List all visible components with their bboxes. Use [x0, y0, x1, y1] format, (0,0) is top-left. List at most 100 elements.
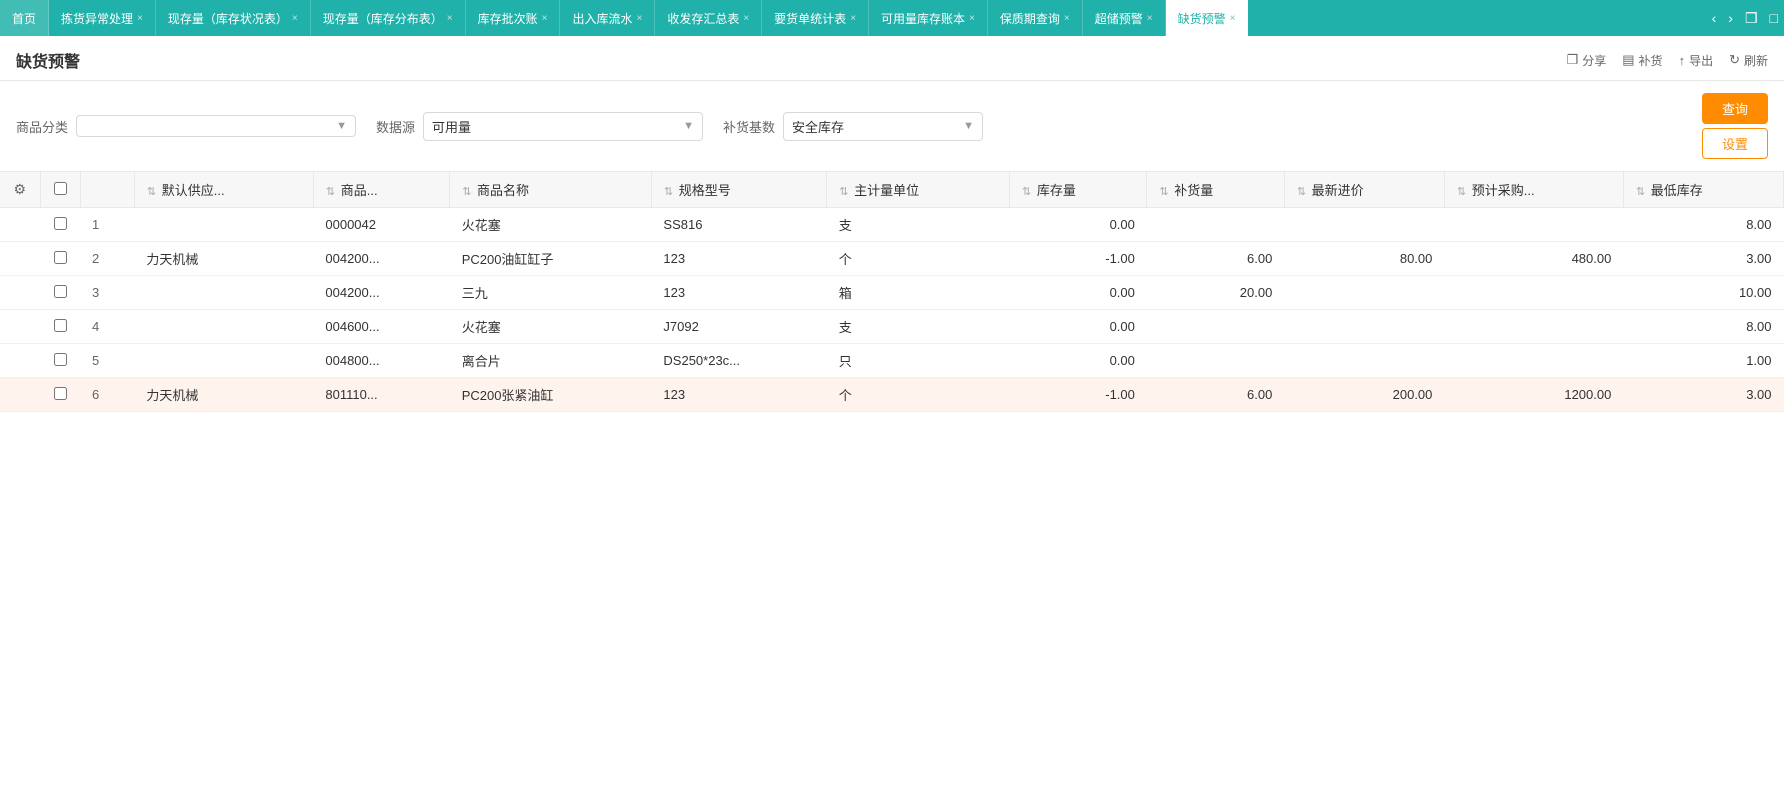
- row-num-cell: 2: [80, 242, 134, 276]
- sort-icon-spec: ⇅: [664, 186, 673, 198]
- row-latest-price-cell: [1284, 276, 1444, 310]
- refresh-button[interactable]: ↻ 刷新: [1729, 52, 1768, 69]
- row-product-name-cell: PC200油缸缸子: [450, 242, 652, 276]
- row-checkbox-1[interactable]: [54, 251, 67, 264]
- tab-close-overstock[interactable]: ×: [1147, 13, 1153, 24]
- row-checkbox-3[interactable]: [54, 319, 67, 332]
- row-checkbox-cell[interactable]: [40, 378, 80, 412]
- row-settings-cell: [0, 344, 40, 378]
- row-est-purchase-cell: [1444, 310, 1623, 344]
- category-select[interactable]: ▼: [76, 115, 356, 137]
- replenish-button[interactable]: ▤ 补货: [1622, 52, 1662, 69]
- row-unit-cell: 支: [827, 310, 1010, 344]
- tab-stock-status[interactable]: 现存量（库存状况表） ×: [156, 0, 311, 36]
- tab-abnormal[interactable]: 拣货异常处理 ×: [49, 0, 156, 36]
- row-spec-model-cell: DS250*23c...: [651, 344, 826, 378]
- tab-prev-button[interactable]: ‹: [1706, 0, 1723, 36]
- row-spec-model-cell: 123: [651, 276, 826, 310]
- datasource-select[interactable]: 可用量 ▼: [423, 112, 703, 141]
- row-est-purchase-cell: [1444, 208, 1623, 242]
- row-product-code-cell: 004200...: [313, 276, 449, 310]
- tab-close-order-stats[interactable]: ×: [850, 13, 856, 24]
- row-stock-qty-cell: 0.00: [1009, 208, 1146, 242]
- col-unit[interactable]: ⇅ 主计量单位: [827, 172, 1010, 208]
- tab-home[interactable]: 首页: [0, 0, 49, 36]
- shortage-table: ⚙ ⇅ 默认供应... ⇅ 商品... ⇅: [0, 171, 1784, 412]
- tab-close-inout-flow[interactable]: ×: [636, 13, 642, 24]
- row-checkbox-cell[interactable]: [40, 208, 80, 242]
- tab-nav-buttons: ‹ › ❒ □: [1706, 0, 1784, 36]
- col-stock-qty[interactable]: ⇅ 库存量: [1009, 172, 1146, 208]
- row-min-stock-cell: 10.00: [1623, 276, 1783, 310]
- row-est-purchase-cell: [1444, 344, 1623, 378]
- row-num-cell: 6: [80, 378, 134, 412]
- tab-receipt-summary[interactable]: 收发存汇总表 ×: [655, 0, 762, 36]
- tab-available-ledger[interactable]: 可用量库存账本 ×: [869, 0, 988, 36]
- row-checkbox-cell[interactable]: [40, 344, 80, 378]
- row-checkbox-5[interactable]: [54, 387, 67, 400]
- col-min-stock[interactable]: ⇅ 最低库存: [1623, 172, 1783, 208]
- row-supplier-cell: [134, 344, 313, 378]
- share-button[interactable]: ❐ 分享: [1567, 52, 1607, 69]
- settings-button[interactable]: 设置: [1702, 128, 1768, 159]
- tab-fullscreen-button[interactable]: □: [1764, 0, 1784, 36]
- tab-inout-flow[interactable]: 出入库流水 ×: [560, 0, 655, 36]
- row-settings-cell: [0, 310, 40, 344]
- col-settings[interactable]: ⚙: [0, 172, 40, 208]
- tab-batch-account[interactable]: 库存批次账 ×: [466, 0, 561, 36]
- row-stock-qty-cell: 0.00: [1009, 276, 1146, 310]
- tab-expiry[interactable]: 保质期查询 ×: [988, 0, 1083, 36]
- refresh-icon: ↻: [1729, 52, 1740, 68]
- row-checkbox-cell[interactable]: [40, 276, 80, 310]
- row-checkbox-4[interactable]: [54, 353, 67, 366]
- sort-icon-name: ⇅: [462, 186, 471, 198]
- row-num-cell: 3: [80, 276, 134, 310]
- row-checkbox-cell[interactable]: [40, 310, 80, 344]
- row-spec-model-cell: J7092: [651, 310, 826, 344]
- col-replenish-qty[interactable]: ⇅ 补货量: [1147, 172, 1284, 208]
- tab-close-available-ledger[interactable]: ×: [969, 13, 975, 24]
- datasource-select-value: 可用量: [432, 117, 471, 136]
- tab-close-abnormal[interactable]: ×: [137, 13, 143, 24]
- col-product-name[interactable]: ⇅ 商品名称: [450, 172, 652, 208]
- col-default-supplier[interactable]: ⇅ 默认供应...: [134, 172, 313, 208]
- tab-close-batch-account[interactable]: ×: [542, 13, 548, 24]
- tab-close-receipt-summary[interactable]: ×: [743, 13, 749, 24]
- tab-next-button[interactable]: ›: [1722, 0, 1739, 36]
- col-est-purchase[interactable]: ⇅ 预计采购...: [1444, 172, 1623, 208]
- row-checkbox-2[interactable]: [54, 285, 67, 298]
- row-replenish-qty-cell: [1147, 208, 1284, 242]
- category-chevron-icon: ▼: [336, 120, 347, 132]
- table-row: 1 0000042 火花塞 SS816 支 0.00 8.00: [0, 208, 1784, 242]
- tab-overstock[interactable]: 超储预警 ×: [1083, 0, 1166, 36]
- table-row: 2 力天机械 004200... PC200油缸缸子 123 个 -1.00 6…: [0, 242, 1784, 276]
- header-actions: ❐ 分享 ▤ 补货 ↑ 导出 ↻ 刷新: [1567, 52, 1768, 69]
- tab-close-stock-dist[interactable]: ×: [447, 13, 453, 24]
- query-button[interactable]: 查询: [1702, 93, 1768, 124]
- select-all-checkbox[interactable]: [54, 182, 67, 195]
- tab-restore-button[interactable]: ❒: [1739, 0, 1764, 36]
- category-label: 商品分类: [16, 117, 68, 136]
- export-icon: ↑: [1679, 53, 1686, 68]
- col-product-code[interactable]: ⇅ 商品...: [313, 172, 449, 208]
- row-replenish-qty-cell: 20.00: [1147, 276, 1284, 310]
- sort-icon-unit: ⇅: [839, 186, 848, 198]
- col-row-num: [80, 172, 134, 208]
- col-spec-model[interactable]: ⇅ 规格型号: [651, 172, 826, 208]
- tab-close-shortage[interactable]: ×: [1230, 13, 1236, 24]
- row-checkbox-0[interactable]: [54, 217, 67, 230]
- tab-close-stock-status[interactable]: ×: [292, 13, 298, 24]
- tab-close-expiry[interactable]: ×: [1064, 13, 1070, 24]
- export-button[interactable]: ↑ 导出: [1679, 52, 1714, 69]
- tab-stock-dist[interactable]: 现存量（库存分布表） ×: [311, 0, 466, 36]
- col-latest-price[interactable]: ⇅ 最新进价: [1284, 172, 1444, 208]
- filter-right-buttons: 查询 设置: [1702, 93, 1768, 159]
- row-checkbox-cell[interactable]: [40, 242, 80, 276]
- row-unit-cell: 个: [827, 378, 1010, 412]
- gear-icon[interactable]: ⚙: [13, 181, 26, 197]
- row-replenish-qty-cell: 6.00: [1147, 242, 1284, 276]
- tab-order-stats[interactable]: 要货单统计表 ×: [762, 0, 869, 36]
- tab-shortage[interactable]: 缺货预警 ×: [1166, 0, 1249, 36]
- replenish-base-select[interactable]: 安全库存 ▼: [783, 112, 983, 141]
- tab-bar: 首页 拣货异常处理 × 现存量（库存状况表） × 现存量（库存分布表） × 库存…: [0, 0, 1784, 36]
